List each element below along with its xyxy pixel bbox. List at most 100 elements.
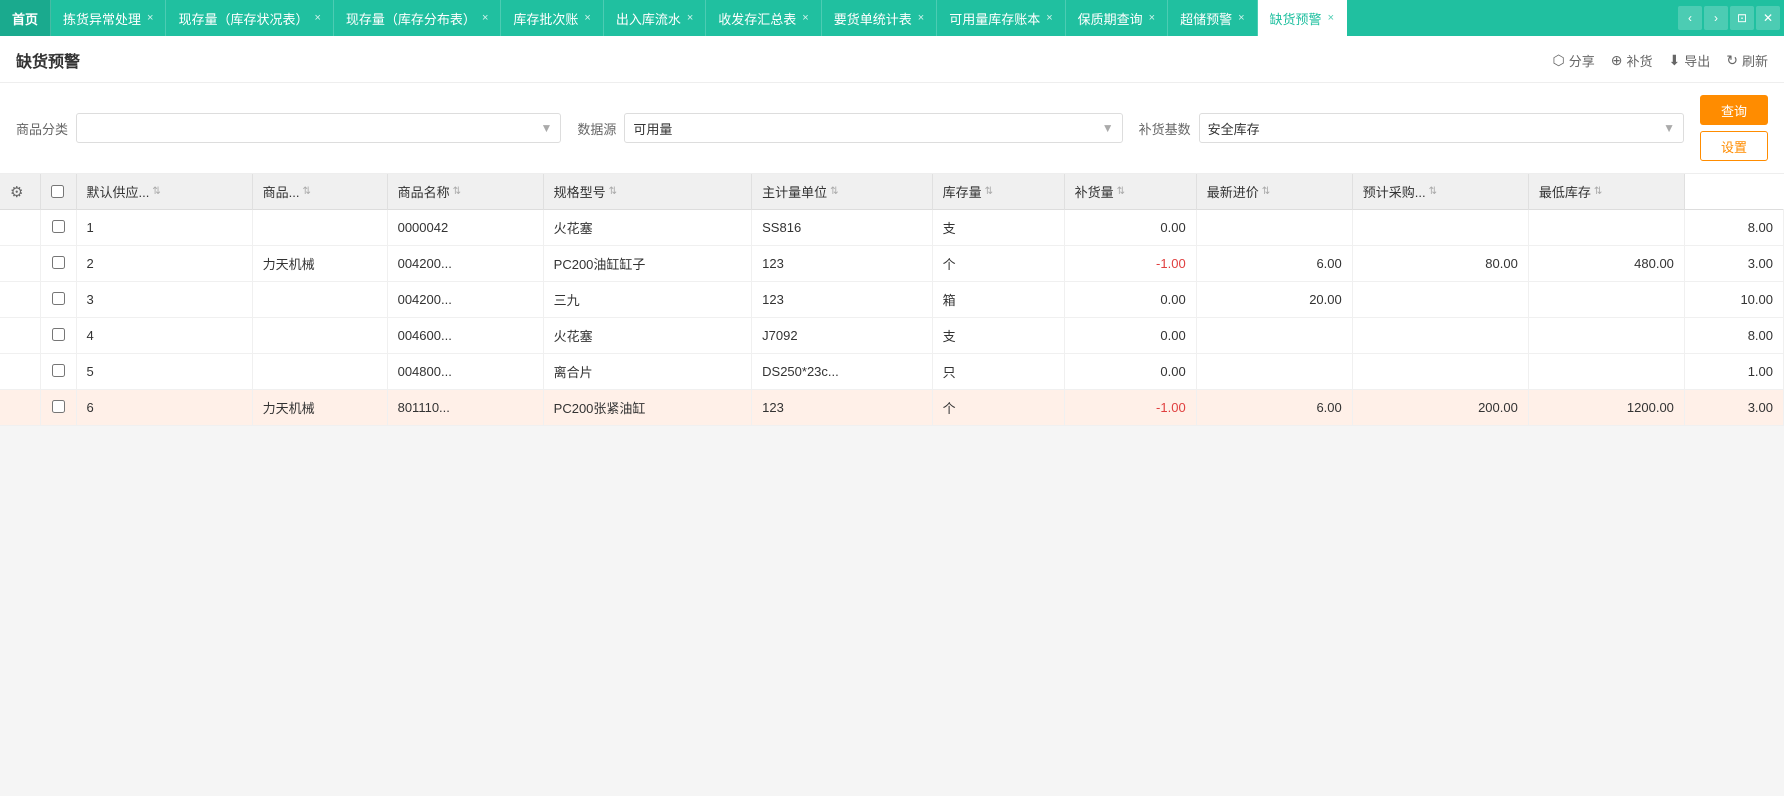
table-row[interactable]: 1 0000042 火花塞 SS816 支 0.00 8.00 [0,210,1784,246]
row-no: 5 [76,354,252,390]
tab-batch[interactable]: 库存批次账 × [501,0,603,36]
row-no: 6 [76,390,252,426]
row-checkbox[interactable] [52,364,65,377]
col-product-name-sort-icon[interactable]: ⇅ [453,186,461,197]
col-replenish-qty: 补货量 ⇅ [1064,174,1196,210]
table-header-row: ⚙ 默认供应... ⇅ [0,174,1784,210]
tab-close-collect[interactable]: × [802,12,808,24]
replenish-button[interactable]: ⊕ 补货 [1611,51,1653,70]
col-latest-price-sort-icon[interactable]: ⇅ [1262,186,1270,197]
tab-abnormal[interactable]: 拣货异常处理× [51,0,166,36]
tab-home[interactable]: 首页 [0,0,51,36]
row-unit: 箱 [932,282,1064,318]
tab-close-all-button[interactable]: ✕ [1756,6,1780,30]
tab-overstock[interactable]: 超储预警× [1168,0,1257,36]
col-product-code-sort-icon[interactable]: ⇅ [302,186,310,197]
tab-expiry[interactable]: 保质期查询× [1066,0,1168,36]
col-spec-sort-icon[interactable]: ⇅ [609,186,617,197]
replenish-basis-select[interactable]: 安全库存 ▼ [1199,113,1684,143]
row-checkbox[interactable] [52,256,65,269]
table-row[interactable]: 4 004600... 火花塞 J7092 支 0.00 8.00 [0,318,1784,354]
row-checkbox[interactable] [52,328,65,341]
col-replenish-qty-sort-icon[interactable]: ⇅ [1117,186,1125,197]
row-latest-price [1352,354,1528,390]
table-row[interactable]: 6 力天机械 801110... PC200张紧油缸 123 个 -1.00 6… [0,390,1784,426]
tab-requisition[interactable]: 要货单统计表× [822,0,937,36]
tab-close-stock1[interactable]: × [314,12,320,24]
header-actions: ⬡ 分享 ⊕ 补货 ⬇ 导出 ↻ 刷新 [1553,51,1769,70]
col-unit-sort-icon[interactable]: ⇅ [830,186,838,197]
col-est-purchase-sort-icon[interactable]: ⇅ [1429,186,1437,197]
col-stock-sort-icon[interactable]: ⇅ [985,186,993,197]
tab-close-available[interactable]: × [1046,12,1052,24]
col-gear: ⚙ [0,174,40,210]
tab-next-button[interactable]: › [1704,6,1728,30]
row-no: 4 [76,318,252,354]
col-checkbox [40,174,76,210]
col-stock: 库存量 ⇅ [932,174,1064,210]
row-replenish-qty: 6.00 [1196,246,1352,282]
main-content: 缺货预警 ⬡ 分享 ⊕ 补货 ⬇ 导出 ↻ 刷新 商品分类 [0,36,1784,426]
tab-close-abnormal[interactable]: × [147,12,153,24]
tab-close-inout[interactable]: × [687,12,693,24]
row-est-purchase [1528,354,1684,390]
row-checkbox[interactable] [52,400,65,413]
row-stock: -1.00 [1064,390,1196,426]
row-product-name: 火花塞 [543,210,751,246]
col-product-name-label: 商品名称 [398,182,450,201]
tab-label-batch: 库存批次账 [513,9,578,28]
row-checkbox[interactable] [52,292,65,305]
filter-actions: 查询 设置 [1700,95,1768,161]
tab-available[interactable]: 可用量库存账本× [937,0,1065,36]
col-supplier-sort-icon[interactable]: ⇅ [152,186,160,197]
row-min-stock: 10.00 [1684,282,1783,318]
datasource-arrow-icon: ▼ [1102,121,1114,135]
row-est-purchase: 480.00 [1528,246,1684,282]
tab-prev-button[interactable]: ‹ [1678,6,1702,30]
tab-shortage[interactable]: 缺货预警× [1258,0,1347,36]
row-gear-cell [0,210,40,246]
tab-stock1[interactable]: 现存量（库存状况表） × [166,0,333,36]
tab-expand-button[interactable]: ⊡ [1730,6,1754,30]
row-spec: DS250*23c... [752,354,932,390]
category-select[interactable]: ▼ [76,113,561,143]
settings-button[interactable]: 设置 [1700,131,1768,161]
col-min-stock: 最低库存 ⇅ [1528,174,1684,210]
row-product-code: 801110... [387,390,543,426]
table-row[interactable]: 2 力天机械 004200... PC200油缸缸子 123 个 -1.00 6… [0,246,1784,282]
datasource-value: 可用量 [633,119,672,138]
tab-label-stock1: 现存量（库存状况表） [178,9,308,28]
col-spec-label: 规格型号 [554,182,606,201]
row-supplier: 力天机械 [252,246,387,282]
table-row[interactable]: 5 004800... 离合片 DS250*23c... 只 0.00 1.00 [0,354,1784,390]
share-button[interactable]: ⬡ 分享 [1553,51,1595,70]
col-min-stock-sort-icon[interactable]: ⇅ [1594,186,1602,197]
replenish-icon: ⊕ [1611,52,1623,69]
tab-close-stock2[interactable]: × [482,12,488,24]
table-row[interactable]: 3 004200... 三九 123 箱 0.00 20.00 10.00 [0,282,1784,318]
row-spec: 123 [752,390,932,426]
tab-close-expiry[interactable]: × [1149,12,1155,24]
column-settings-button[interactable]: ⚙ [10,183,23,201]
tab-close-requisition[interactable]: × [918,12,924,24]
select-all-checkbox[interactable] [51,185,64,198]
tab-close-overstock[interactable]: × [1238,12,1244,24]
datasource-select[interactable]: 可用量 ▼ [624,113,1122,143]
tab-close-batch[interactable]: × [584,12,590,24]
row-gear-cell [0,246,40,282]
export-button[interactable]: ⬇ 导出 [1669,51,1711,70]
refresh-button[interactable]: ↻ 刷新 [1726,51,1768,70]
col-unit-label: 主计量单位 [762,182,827,201]
tab-stock2[interactable]: 现存量（库存分布表）× [334,0,501,36]
row-checkbox[interactable] [52,220,65,233]
tab-inout[interactable]: 出入库流水× [604,0,706,36]
tab-collect[interactable]: 收发存汇总表 × [706,0,821,36]
row-replenish-qty: 20.00 [1196,282,1352,318]
query-button[interactable]: 查询 [1700,95,1768,125]
replenish-basis-filter-group: 补货基数 安全库存 ▼ [1139,113,1684,143]
row-gear-cell [0,354,40,390]
tab-close-shortage[interactable]: × [1328,12,1334,24]
row-min-stock: 3.00 [1684,246,1783,282]
tab-label-collect: 收发存汇总表 [718,9,796,28]
row-latest-price [1352,282,1528,318]
